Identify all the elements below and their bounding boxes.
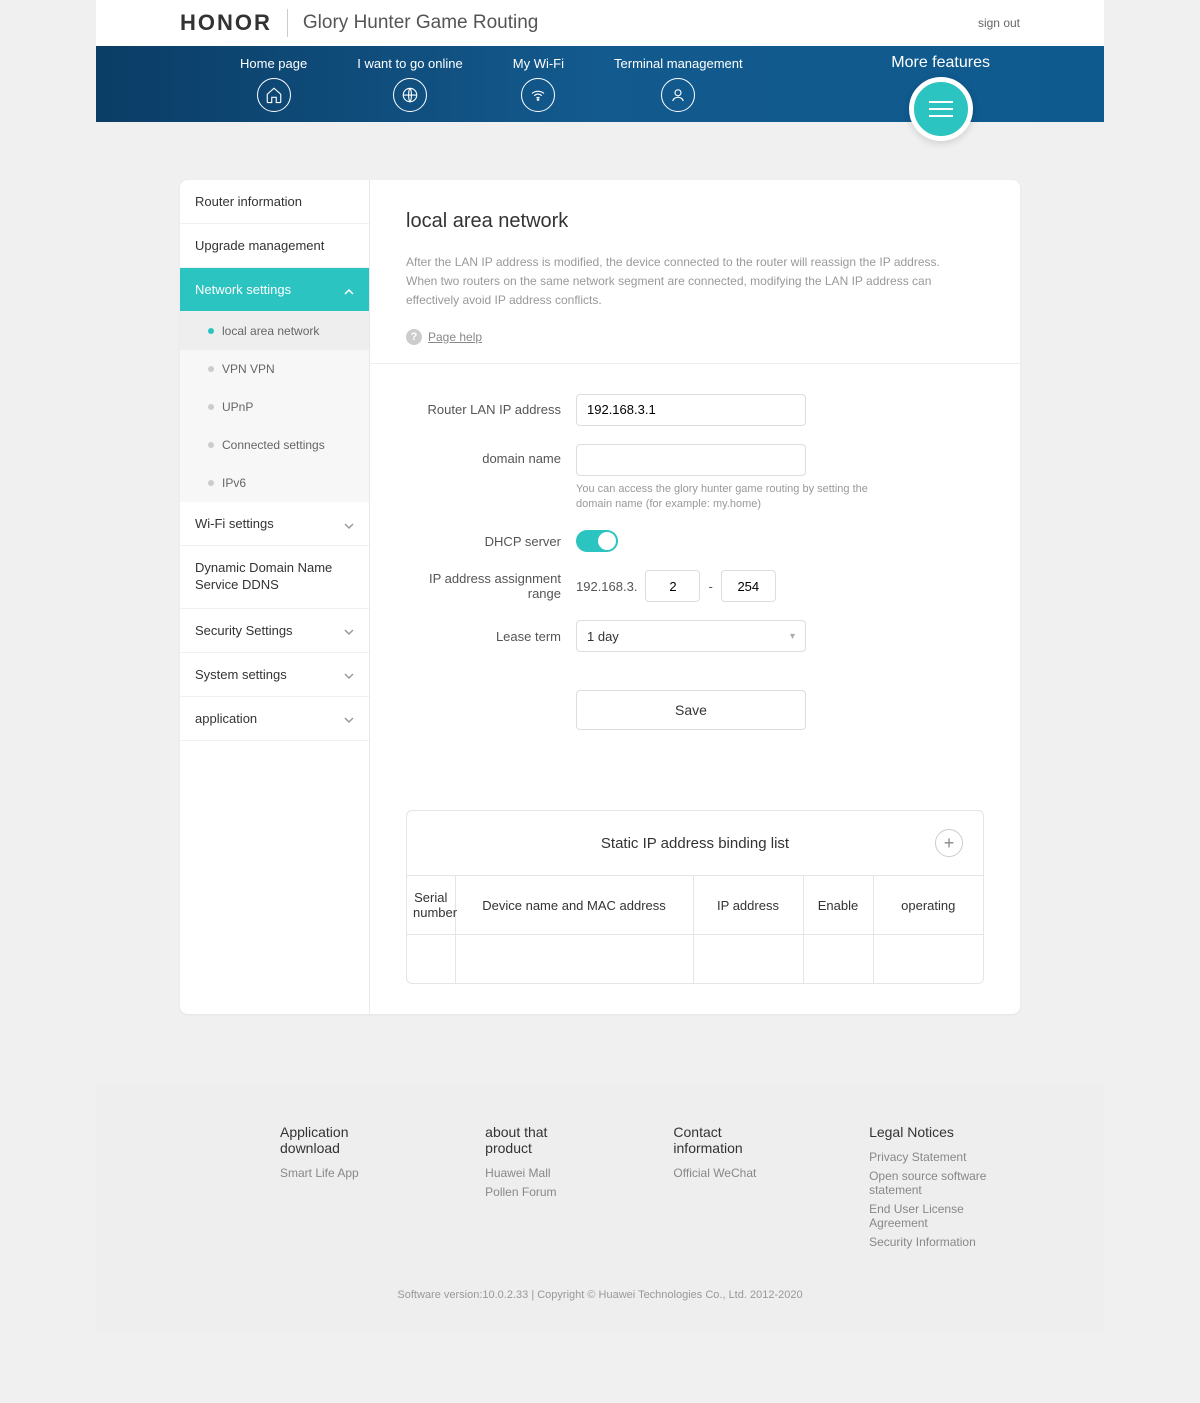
chevron-down-icon: ▾ [790, 631, 795, 642]
range-prefix: 192.168.3. [576, 579, 637, 594]
brand-logo: HONOR [180, 10, 272, 36]
range-start-input[interactable] [645, 570, 700, 602]
col-ip: IP address [693, 876, 803, 935]
footer-link-opensource[interactable]: Open source software statement [869, 1169, 1020, 1197]
dhcp-toggle[interactable] [576, 530, 618, 552]
sidebar-item-application[interactable]: application [180, 697, 369, 741]
col-operating: operating [873, 876, 983, 935]
signout-link[interactable]: sign out [978, 16, 1020, 30]
lease-select[interactable]: 1 day ▾ [576, 620, 806, 652]
page-help-link[interactable]: Page help [428, 330, 482, 344]
chevron-down-icon [344, 625, 354, 635]
static-ip-table: Serial number Device name and MAC addres… [407, 876, 983, 983]
footer-copyright: Software version:10.0.2.33 | Copyright ©… [96, 1289, 1104, 1301]
domain-label: domain name [406, 444, 576, 466]
lan-ip-label: Router LAN IP address [406, 402, 576, 417]
domain-hint: You can access the glory hunter game rou… [576, 482, 896, 513]
nav-online[interactable]: I want to go online [357, 56, 463, 112]
footer-link-mall[interactable]: Huawei Mall [485, 1166, 583, 1180]
nav-terminal[interactable]: Terminal management [614, 56, 743, 112]
hamburger-icon [929, 101, 953, 117]
nav-online-label: I want to go online [357, 56, 463, 71]
nav-more-features[interactable]: More features [891, 46, 990, 141]
sidebar-item-wifi[interactable]: Wi-Fi settings [180, 502, 369, 546]
footer-link-wechat[interactable]: Official WeChat [673, 1166, 779, 1180]
table-title: Static IP address binding list [601, 835, 789, 852]
footer-col4-title: Legal Notices [869, 1124, 1020, 1140]
navbar: Home page I want to go online My Wi-Fi T… [96, 46, 1104, 122]
sidebar-item-ddns[interactable]: Dynamic Domain Name Service DDNS [180, 546, 369, 609]
sidebar-sub-ipv6[interactable]: IPv6 [180, 464, 369, 502]
sidebar-item-network-settings[interactable]: Network settings [180, 268, 369, 312]
static-ip-table-section: Static IP address binding list + Serial … [406, 810, 984, 984]
col-enable: Enable [803, 876, 873, 935]
lease-value: 1 day [587, 629, 619, 644]
save-button[interactable]: Save [576, 690, 806, 730]
lan-ip-input[interactable] [576, 394, 806, 426]
sidebar: Router information Upgrade management Ne… [180, 180, 370, 1014]
range-label: IP address assignment range [406, 571, 576, 601]
main-container: Router information Upgrade management Ne… [180, 180, 1020, 1014]
domain-input[interactable] [576, 444, 806, 476]
sidebar-item-upgrade[interactable]: Upgrade management [180, 224, 369, 268]
chevron-up-icon [344, 285, 354, 295]
sidebar-sub-upnp[interactable]: UPnP [180, 388, 369, 426]
sidebar-item-system[interactable]: System settings [180, 653, 369, 697]
col-serial: Serial number [407, 876, 455, 935]
chevron-down-icon [344, 713, 354, 723]
help-icon: ? [406, 329, 422, 345]
divider [287, 9, 288, 37]
page-help[interactable]: ? Page help [406, 329, 984, 345]
footer: Application download Smart Life App abou… [96, 1084, 1104, 1331]
footer-link-eula[interactable]: End User License Agreement [869, 1202, 1020, 1230]
hamburger-button[interactable] [909, 77, 973, 141]
product-name: Glory Hunter Game Routing [303, 12, 539, 34]
table-row [407, 935, 983, 983]
divider [370, 363, 1020, 364]
nav-wifi[interactable]: My Wi-Fi [513, 56, 564, 112]
range-separator: - [708, 579, 712, 594]
page-title: local area network [406, 210, 984, 233]
content-panel: local area network After the LAN IP addr… [370, 180, 1020, 1014]
sidebar-item-router-info[interactable]: Router information [180, 180, 369, 224]
more-features-label: More features [891, 54, 990, 72]
dhcp-label: DHCP server [406, 534, 576, 549]
page-description: After the LAN IP address is modified, th… [406, 253, 966, 311]
sidebar-item-security[interactable]: Security Settings [180, 609, 369, 653]
wifi-icon [521, 78, 555, 112]
nav-home-label: Home page [240, 56, 307, 71]
nav-home[interactable]: Home page [240, 56, 307, 112]
footer-link-security[interactable]: Security Information [869, 1235, 1020, 1249]
add-button[interactable]: + [935, 829, 963, 857]
globe-icon [393, 78, 427, 112]
range-end-input[interactable] [721, 570, 776, 602]
home-icon [257, 78, 291, 112]
user-icon [661, 78, 695, 112]
chevron-down-icon [344, 519, 354, 529]
footer-col1-title: Application download [280, 1124, 395, 1156]
sidebar-sub-connected[interactable]: Connected settings [180, 426, 369, 464]
sidebar-sub-lan[interactable]: local area network [180, 312, 369, 350]
footer-link-privacy[interactable]: Privacy Statement [869, 1150, 1020, 1164]
nav-wifi-label: My Wi-Fi [513, 56, 564, 71]
footer-col2-title: about that product [485, 1124, 583, 1156]
header: HONOR Glory Hunter Game Routing sign out [96, 0, 1104, 46]
footer-link-smartlife[interactable]: Smart Life App [280, 1166, 395, 1180]
col-device: Device name and MAC address [455, 876, 693, 935]
chevron-down-icon [344, 669, 354, 679]
nav-terminal-label: Terminal management [614, 56, 743, 71]
footer-col3-title: Contact information [673, 1124, 779, 1156]
footer-link-forum[interactable]: Pollen Forum [485, 1185, 583, 1199]
lease-label: Lease term [406, 629, 576, 644]
sidebar-sub-vpn[interactable]: VPN VPN [180, 350, 369, 388]
